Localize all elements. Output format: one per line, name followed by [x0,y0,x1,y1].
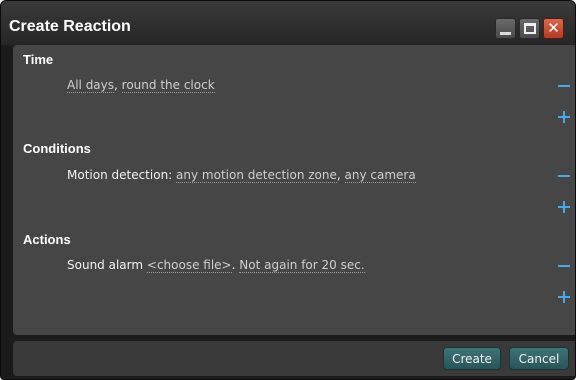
zone-link[interactable]: any motion detection zone [176,168,337,183]
add-time-button[interactable] [557,110,571,124]
close-button[interactable]: ✕ [543,18,564,39]
action-separator: . [231,258,236,272]
section-title-actions: Actions [23,232,71,247]
condition-label: Motion detection: [67,168,173,182]
add-action-button[interactable] [557,290,571,304]
action-rule: Sound alarm <choose file>. Not again for… [67,258,365,273]
close-icon: ✕ [547,19,560,37]
title-bar[interactable]: Create Reaction ✕ [1,1,575,45]
camera-link[interactable]: any camera [344,168,416,183]
plus-icon [558,291,570,303]
section-title-conditions: Conditions [23,141,91,156]
plus-icon [558,111,570,123]
minimize-icon [500,31,511,35]
add-condition-button[interactable] [557,200,571,214]
days-link[interactable]: All days [67,78,115,93]
condition-separator: , [336,168,341,182]
remove-action-button[interactable] [557,259,571,273]
maximize-icon [523,23,536,34]
choose-file-link[interactable]: <choose file> [146,258,232,273]
time-rule: All days, round the clock [67,78,215,93]
repeat-interval-link[interactable]: Not again for 20 sec. [239,258,365,273]
remove-condition-button[interactable] [557,169,571,183]
create-reaction-window: Create Reaction ✕ Time All days, round t… [0,0,576,380]
plus-icon [558,201,570,213]
dialog-footer: Create Cancel [13,341,575,376]
cancel-button[interactable]: Cancel [509,347,569,370]
minus-icon [558,265,570,267]
window-title: Create Reaction [9,18,131,35]
reaction-panel: Time All days, round the clock Condition… [13,45,575,335]
hours-link[interactable]: round the clock [121,78,215,93]
minimize-button[interactable] [495,18,516,39]
maximize-button[interactable] [519,18,540,39]
section-title-time: Time [23,52,54,67]
condition-rule: Motion detection: any motion detection z… [67,168,416,183]
remove-time-button[interactable] [557,79,571,93]
time-separator: , [114,78,118,92]
create-button[interactable]: Create [443,347,501,370]
minus-icon [558,175,570,177]
action-label: Sound alarm [67,258,144,272]
minus-icon [558,85,570,87]
